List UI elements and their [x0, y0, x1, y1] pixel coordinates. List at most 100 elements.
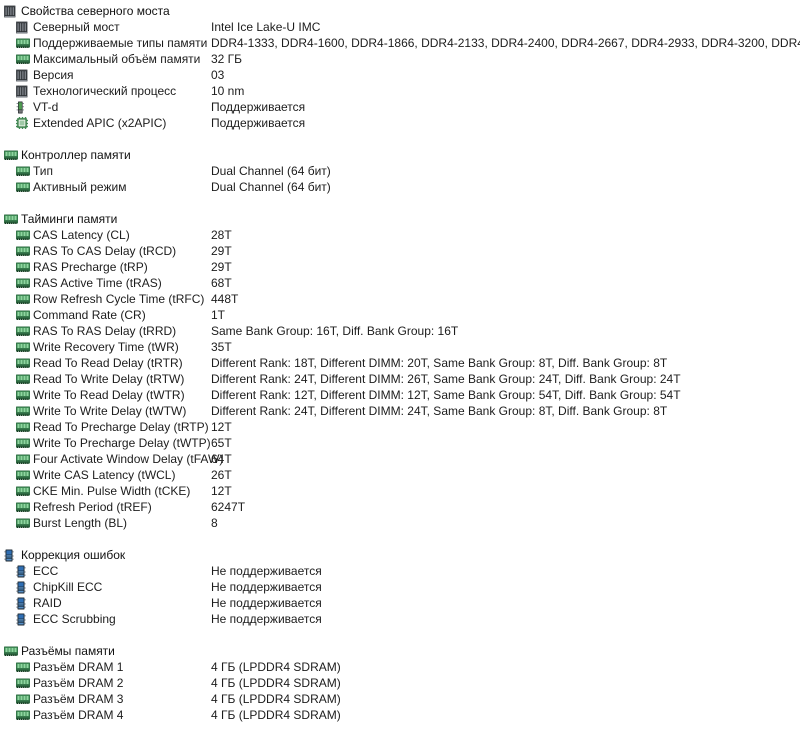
property-row[interactable]: Write To Write Delay (tWTW) Different Ran… [0, 403, 800, 419]
property-label: CKE Min. Pulse Width (tCKE) [33, 484, 191, 498]
section-header-memory-controller[interactable]: Контроллер памяти [0, 147, 800, 163]
property-row[interactable]: ChipKill ECC Не поддерживается [0, 579, 800, 595]
memory-module-icon [16, 227, 30, 243]
property-row[interactable]: Поддерживаемые типы памяти DDR4-1333, DDR… [0, 35, 800, 51]
section-header-northbridge-properties[interactable]: Свойства северного моста [0, 3, 800, 19]
memory-module-icon [16, 163, 30, 179]
property-row[interactable]: Технологический процесс 10 nm [0, 83, 800, 99]
memory-module-icon [4, 643, 18, 659]
memory-module-icon [16, 451, 30, 467]
property-row[interactable]: Read To Read Delay (tRTR) Different Rank:… [0, 355, 800, 371]
property-value: 32 ГБ [211, 52, 243, 66]
ecc-chip-icon [16, 563, 28, 579]
property-row[interactable]: Северный мост Intel Ice Lake-U IMC [0, 19, 800, 35]
property-value: 03 [211, 68, 225, 82]
memory-module-icon [16, 515, 30, 531]
memory-module-icon [16, 419, 30, 435]
property-value: Same Bank Group: 16T, Diff. Bank Group: … [211, 324, 459, 338]
property-row[interactable]: Refresh Period (tREF) 6247T [0, 499, 800, 515]
property-label: Write CAS Latency (tWCL) [33, 468, 176, 482]
property-row[interactable]: ECC Не поддерживается [0, 563, 800, 579]
property-row[interactable]: Разъём DRAM 1 4 ГБ (LPDDR4 SDRAM) [0, 659, 800, 675]
property-row[interactable]: Four Activate Window Delay (tFAW) 64T [0, 451, 800, 467]
property-value: Не поддерживается [211, 580, 322, 594]
property-value: 64T [211, 452, 232, 466]
memory-module-icon [4, 147, 18, 163]
property-row[interactable]: RAS Precharge (tRP) 29T [0, 259, 800, 275]
property-value: 8 [211, 516, 218, 530]
property-row[interactable]: Активный режим Dual Channel (64 бит) [0, 179, 800, 195]
property-label: Разъём DRAM 4 [33, 708, 124, 722]
property-value: 65T [211, 436, 232, 450]
property-row[interactable]: VT-d Поддерживается [0, 99, 800, 115]
memory-module-icon [16, 467, 30, 483]
property-label: Поддерживаемые типы памяти [33, 36, 208, 50]
property-label: Row Refresh Cycle Time (tRFC) [33, 292, 205, 306]
property-row[interactable]: RAS Active Time (tRAS) 68T [0, 275, 800, 291]
property-row[interactable]: Read To Write Delay (tRTW) Different Rank… [0, 371, 800, 387]
memory-module-icon [16, 339, 30, 355]
section-header-memory-timings[interactable]: Тайминги памяти [0, 211, 800, 227]
property-label: RAS Active Time (tRAS) [33, 276, 162, 290]
property-row[interactable]: Write Recovery Time (tWR) 35T [0, 339, 800, 355]
memory-module-icon [16, 179, 30, 195]
property-label: Write To Precharge Delay (tWTP) [33, 436, 211, 450]
ecc-chip-icon [16, 579, 28, 595]
memory-module-icon [16, 675, 30, 691]
ecc-chip-icon [16, 611, 28, 627]
property-row[interactable]: RAS To RAS Delay (tRRD) Same Bank Group: … [0, 323, 800, 339]
memory-module-icon [16, 275, 30, 291]
northbridge-report: Свойства северного моста Северный мост Int… [0, 0, 800, 741]
property-label: Версия [33, 68, 74, 82]
property-row[interactable]: Read To Precharge Delay (tRTP) 12T [0, 419, 800, 435]
property-label: Read To Precharge Delay (tRTP) [33, 420, 209, 434]
property-label: RAID [33, 596, 62, 610]
property-value: 1T [211, 308, 226, 322]
property-row[interactable]: CAS Latency (CL) 28T [0, 227, 800, 243]
property-row[interactable]: ECC Scrubbing Не поддерживается [0, 611, 800, 627]
memory-module-icon [16, 291, 30, 307]
property-label: Разъём DRAM 1 [33, 660, 124, 674]
property-row[interactable]: Extended APIC (x2APIC) Поддерживается [0, 115, 800, 131]
property-label: Write To Read Delay (tWTR) [33, 388, 185, 402]
section-memory-timings: Тайминги памяти CAS Latency (CL) 28T RAS To… [0, 211, 800, 531]
property-row[interactable]: Row Refresh Cycle Time (tRFC) 448T [0, 291, 800, 307]
section-memory-slots: Разъёмы памяти Разъём DRAM 1 4 ГБ (LPDDR4 … [0, 643, 800, 723]
memory-module-icon [16, 307, 30, 323]
property-value: 26T [211, 468, 232, 482]
property-row[interactable]: Burst Length (BL) 8 [0, 515, 800, 531]
section-header-memory-slots[interactable]: Разъёмы памяти [0, 643, 800, 659]
property-row[interactable]: Write CAS Latency (tWCL) 26T [0, 467, 800, 483]
property-row[interactable]: Максимальный объём памяти 32 ГБ [0, 51, 800, 67]
property-row[interactable]: Command Rate (CR) 1T [0, 307, 800, 323]
property-row[interactable]: Тип Dual Channel (64 бит) [0, 163, 800, 179]
property-label: Four Activate Window Delay (tFAW) [33, 452, 224, 466]
section-northbridge-properties: Свойства северного моста Северный мост Int… [0, 3, 800, 131]
property-value: Поддерживается [211, 100, 306, 114]
property-value: 4 ГБ (LPDDR4 SDRAM) [211, 660, 341, 674]
property-row[interactable]: Write To Read Delay (tWTR) Different Rank… [0, 387, 800, 403]
property-label: Refresh Period (tREF) [33, 500, 152, 514]
section-header-error-correction[interactable]: Коррекция ошибок [0, 547, 800, 563]
memory-module-icon [4, 211, 18, 227]
property-row[interactable]: Write To Precharge Delay (tWTP) 65T [0, 435, 800, 451]
property-label: Burst Length (BL) [33, 516, 128, 530]
property-value: 4 ГБ (LPDDR4 SDRAM) [211, 692, 341, 706]
property-row[interactable]: Разъём DRAM 2 4 ГБ (LPDDR4 SDRAM) [0, 675, 800, 691]
chip-icon [16, 67, 28, 83]
property-row[interactable]: Версия 03 [0, 67, 800, 83]
property-value: 12T [211, 420, 232, 434]
section-title: Разъёмы памяти [21, 644, 115, 658]
ecc-chip-icon [16, 595, 28, 611]
section-title: Коррекция ошибок [21, 548, 126, 562]
property-value: 68T [211, 276, 232, 290]
property-row[interactable]: RAS To CAS Delay (tRCD) 29T [0, 243, 800, 259]
property-row[interactable]: CKE Min. Pulse Width (tCKE) 12T [0, 483, 800, 499]
property-row[interactable]: Разъём DRAM 4 4 ГБ (LPDDR4 SDRAM) [0, 707, 800, 723]
property-row[interactable]: Разъём DRAM 3 4 ГБ (LPDDR4 SDRAM) [0, 691, 800, 707]
property-label: Read To Read Delay (tRTR) [33, 356, 183, 370]
property-row[interactable]: RAID Не поддерживается [0, 595, 800, 611]
